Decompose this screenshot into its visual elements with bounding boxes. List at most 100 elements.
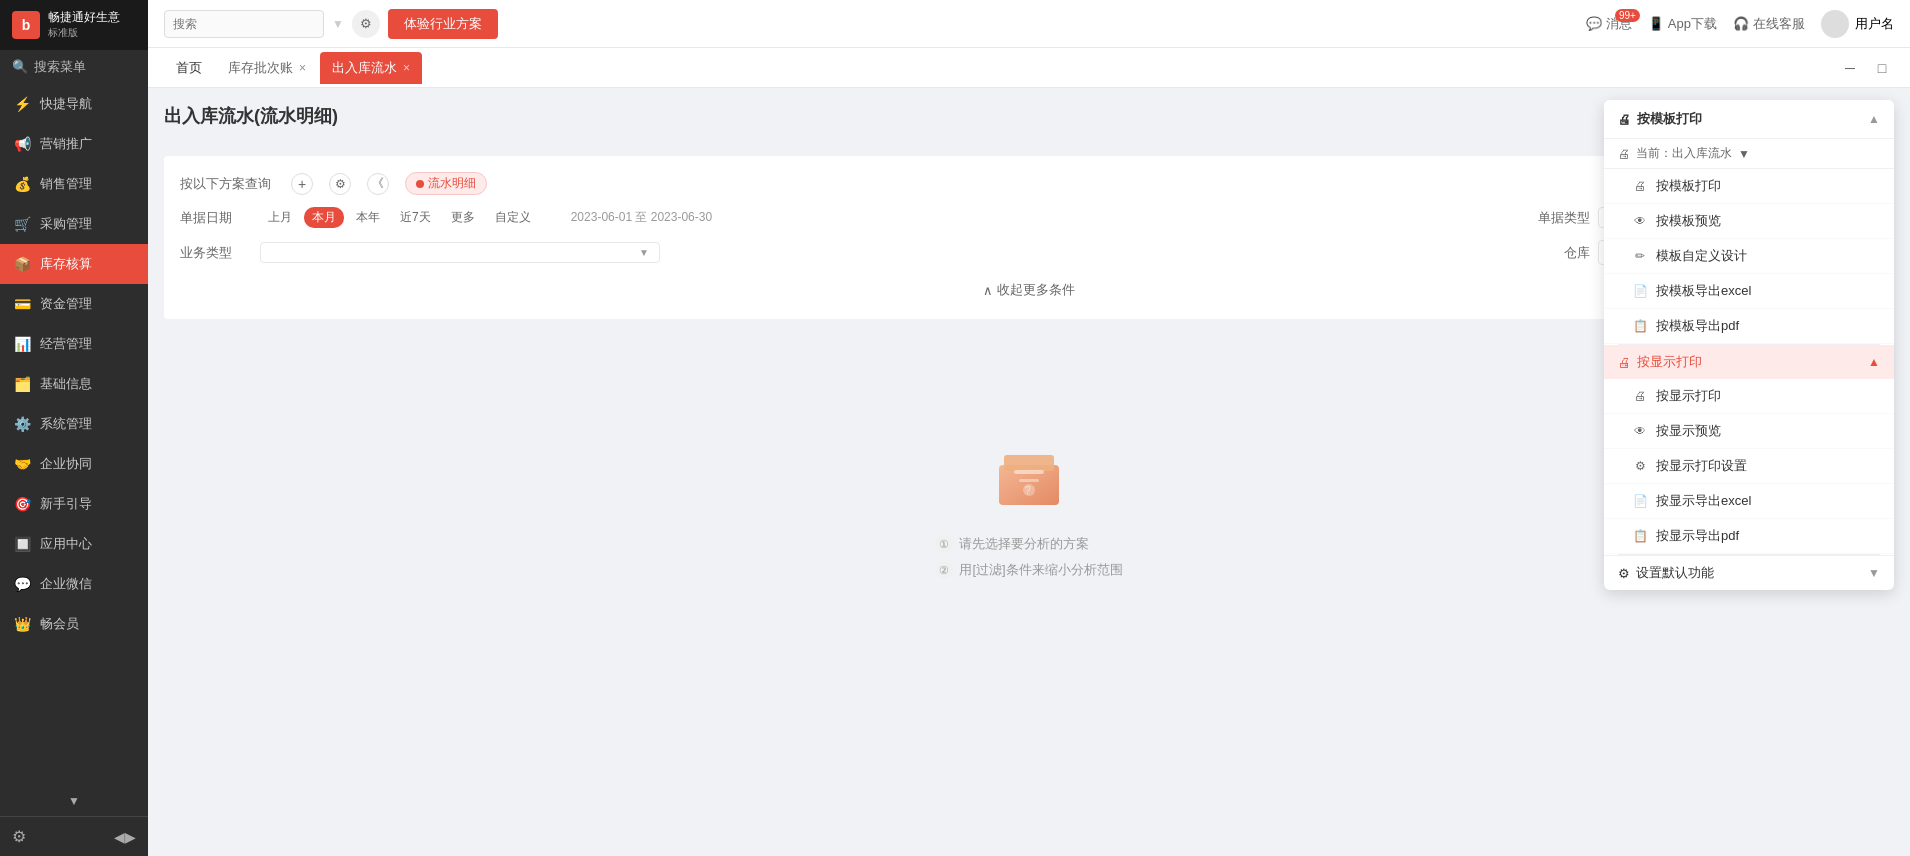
tab-flow-label: 出入库流水 <box>332 59 397 77</box>
sidebar-item-label: 畅会员 <box>40 615 79 633</box>
print-dropdown-up-arrow[interactable]: ▲ <box>1868 112 1880 126</box>
quick-nav-icon: ⚡ <box>12 94 32 114</box>
app-download-btn[interactable]: 📱 App下载 <box>1648 15 1717 33</box>
sidebar-item-business[interactable]: 📊 经营管理 <box>0 324 148 364</box>
sidebar-item-wechat[interactable]: 💬 企业微信 <box>0 564 148 604</box>
template-customize-icon: ✏ <box>1632 248 1648 264</box>
print-sub-icon: 🖨 <box>1618 147 1630 161</box>
sidebar-item-sales[interactable]: 💰 销售管理 <box>0 164 148 204</box>
topbar-search-input[interactable] <box>164 10 324 38</box>
industry-btn[interactable]: 体验行业方案 <box>388 9 498 39</box>
tip-item-1: ① 请先选择要分析的方案 <box>935 535 1122 553</box>
display-settings-label: 按显示打印设置 <box>1656 457 1747 475</box>
sidebar-item-quick-nav[interactable]: ⚡ 快捷导航 <box>0 84 148 124</box>
filter-add-btn[interactable]: + <box>291 173 313 195</box>
filter-settings-btn[interactable]: ⚙ <box>329 173 351 195</box>
user-avatar <box>1821 10 1849 38</box>
message-btn[interactable]: 💬 消息 99+ <box>1586 15 1632 33</box>
tab-batch-close[interactable]: × <box>299 61 306 75</box>
settings-gear-icon: ⚙ <box>1618 566 1630 581</box>
doc-type-label: 单据类型 <box>1538 209 1590 227</box>
print-display-title: 🖨 按显示打印 <box>1618 353 1702 371</box>
print-current-arrow[interactable]: ▼ <box>1738 147 1750 161</box>
sidebar-item-appcenter[interactable]: 🔲 应用中心 <box>0 524 148 564</box>
business-type-select[interactable]: ▼ <box>260 242 660 263</box>
tab-batch-account[interactable]: 库存批次账 × <box>216 52 318 84</box>
print-display-excel-item[interactable]: 📄 按显示导出excel <box>1604 484 1894 519</box>
date-range: 2023-06-01 至 2023-06-30 <box>571 209 712 226</box>
display-preview-icon: 👁 <box>1632 423 1648 439</box>
display-section-arrow[interactable]: ▲ <box>1868 355 1880 369</box>
topbar-dropdown[interactable]: ▼ <box>332 17 344 31</box>
print-template-excel-item[interactable]: 📄 按模板导出excel <box>1604 274 1894 309</box>
print-display-preview-item[interactable]: 👁 按显示预览 <box>1604 414 1894 449</box>
template-preview-label: 按模板预览 <box>1656 212 1721 230</box>
print-current-text: 当前：出入库流水 <box>1636 145 1732 162</box>
sidebar-item-purchase[interactable]: 🛒 采购管理 <box>0 204 148 244</box>
sidebar-expand-icon[interactable]: ◀▶ <box>114 829 136 845</box>
filter-tag[interactable]: 流水明细 <box>405 172 487 195</box>
sidebar-item-member[interactable]: 👑 畅会员 <box>0 604 148 644</box>
sidebar-item-system[interactable]: ⚙️ 系统管理 <box>0 404 148 444</box>
sidebar-item-label: 新手引导 <box>40 495 92 513</box>
sidebar-search[interactable]: 🔍 搜索菜单 <box>0 50 148 84</box>
marketing-icon: 📢 <box>12 134 32 154</box>
content-area: 出入库流水(流水明细) 🖨 按模板打印 ▲ 📤 导出 🔄 刷新 <box>148 88 1910 856</box>
tab-flow-close[interactable]: × <box>403 61 410 75</box>
print-settings-row[interactable]: ⚙ 设置默认功能 ▼ <box>1604 555 1894 590</box>
sidebar-item-coop[interactable]: 🤝 企业协同 <box>0 444 148 484</box>
empty-icon: ? <box>989 435 1069 515</box>
tip-text-2: 用[过滤]条件来缩小分析范围 <box>959 561 1122 579</box>
topbar-settings-btn[interactable]: ⚙ <box>352 10 380 38</box>
template-print-label: 按模板打印 <box>1656 177 1721 195</box>
search-label: 搜索菜单 <box>34 58 86 76</box>
display-print-icon: 🖨 <box>1632 388 1648 404</box>
business-icon: 📊 <box>12 334 32 354</box>
sidebar-item-label: 营销推广 <box>40 135 92 153</box>
sidebar-scroll-down[interactable]: ▼ <box>68 794 80 808</box>
user-profile-btn[interactable]: 用户名 <box>1821 10 1894 38</box>
print-display-settings-item[interactable]: ⚙ 按显示打印设置 <box>1604 449 1894 484</box>
print-template-customize-item[interactable]: ✏ 模板自定义设计 <box>1604 239 1894 274</box>
sidebar-settings-icon[interactable]: ⚙ <box>12 827 26 846</box>
app-icon: 📱 <box>1648 16 1664 31</box>
sidebar-item-inventory[interactable]: 📦 库存核算 <box>0 244 148 284</box>
tab-maximize-btn[interactable]: □ <box>1870 56 1894 80</box>
date-opt-custom[interactable]: 自定义 <box>487 207 539 228</box>
sidebar-item-label: 销售管理 <box>40 175 92 193</box>
tab-minimize-btn[interactable]: ─ <box>1838 56 1862 80</box>
search-icon: 🔍 <box>12 59 28 74</box>
print-template-preview-item[interactable]: 👁 按模板预览 <box>1604 204 1894 239</box>
tabs-bar: 首页 库存批次账 × 出入库流水 × ─ □ <box>148 48 1910 88</box>
date-opt-year[interactable]: 本年 <box>348 207 388 228</box>
date-opt-current[interactable]: 本月 <box>304 207 344 228</box>
print-template-print-item[interactable]: 🖨 按模板打印 <box>1604 169 1894 204</box>
sidebar-item-finance[interactable]: 💳 资金管理 <box>0 284 148 324</box>
print-current-header: 🖨 当前：出入库流水 ▼ <box>1604 139 1894 169</box>
tab-home[interactable]: 首页 <box>164 52 214 84</box>
settings-label-text: 设置默认功能 <box>1636 564 1714 582</box>
template-excel-label: 按模板导出excel <box>1656 282 1751 300</box>
date-opt-prev[interactable]: 上月 <box>260 207 300 228</box>
tab-home-label: 首页 <box>176 59 202 77</box>
date-opt-7days[interactable]: 近7天 <box>392 207 439 228</box>
online-service-btn[interactable]: 🎧 在线客服 <box>1733 15 1805 33</box>
print-display-print-item[interactable]: 🖨 按显示打印 <box>1604 379 1894 414</box>
print-settings-label: ⚙ 设置默认功能 <box>1618 564 1714 582</box>
print-template-pdf-item[interactable]: 📋 按模板导出pdf <box>1604 309 1894 344</box>
tab-flow[interactable]: 出入库流水 × <box>320 52 422 84</box>
tip-item-2: ② 用[过滤]条件来缩小分析范围 <box>935 561 1122 579</box>
topbar-left: ▼ ⚙ 体验行业方案 <box>164 9 1578 39</box>
filter-collapse-btn[interactable]: 《 <box>367 173 389 195</box>
print-display-pdf-item[interactable]: 📋 按显示导出pdf <box>1604 519 1894 554</box>
sidebar-item-guide[interactable]: 🎯 新手引导 <box>0 484 148 524</box>
tip-num-1: ① <box>935 535 953 553</box>
sidebar-item-marketing[interactable]: 📢 营销推广 <box>0 124 148 164</box>
svg-rect-1 <box>1004 455 1054 471</box>
sidebar-logo: b 畅捷通好生意 标准版 <box>0 0 148 50</box>
sidebar-item-basic[interactable]: 🗂️ 基础信息 <box>0 364 148 404</box>
svg-text:?: ? <box>1025 485 1031 496</box>
sidebar-item-label: 企业协同 <box>40 455 92 473</box>
date-options: 上月 本月 本年 近7天 更多 自定义 <box>260 207 539 228</box>
date-opt-more[interactable]: 更多 <box>443 207 483 228</box>
